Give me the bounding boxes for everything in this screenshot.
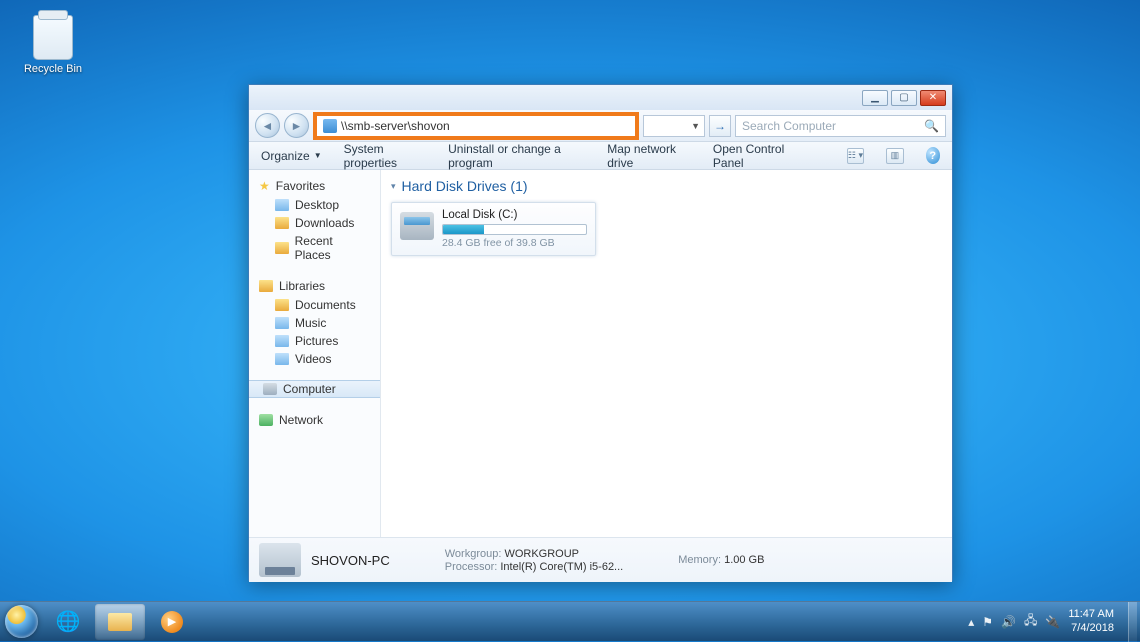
taskbar-ie[interactable]: 🌐: [43, 604, 93, 640]
organize-menu[interactable]: Organize ▼: [261, 149, 322, 163]
sidebar-item-music[interactable]: Music: [249, 314, 380, 332]
sidebar-item-computer[interactable]: Computer: [249, 380, 380, 398]
view-options-button[interactable]: ☷ ▾: [847, 148, 864, 164]
system-tray: ▴ ⚑ 🔊 🖧 🔌 11:47 AM 7/4/2018: [958, 602, 1140, 642]
libraries-icon: [259, 280, 273, 292]
drive-name: Local Disk (C:): [442, 209, 587, 221]
navigation-pane: ★Favorites Desktop Downloads Recent Plac…: [249, 170, 381, 537]
recycle-bin[interactable]: Recycle Bin: [18, 15, 88, 75]
details-pane: SHOVON-PC Workgroup: WORKGROUP Processor…: [249, 537, 952, 582]
recycle-bin-label: Recycle Bin: [18, 63, 88, 75]
wmp-icon: ▶: [161, 611, 183, 633]
start-button[interactable]: [0, 602, 42, 642]
network-tray-icon[interactable]: 🖧: [1024, 611, 1037, 632]
drive-local-disk-c[interactable]: Local Disk (C:) 28.4 GB free of 39.8 GB: [391, 202, 596, 256]
folder-icon: [275, 299, 289, 311]
folder-icon: [275, 242, 289, 254]
help-button[interactable]: ?: [926, 147, 941, 164]
collapse-icon: ▾: [391, 181, 396, 192]
time-label: 11:47 AM: [1068, 608, 1114, 621]
windows-logo-icon: [5, 605, 38, 638]
sidebar-item-recent[interactable]: Recent Places: [249, 232, 380, 264]
desktop-icon: [275, 199, 289, 211]
maximize-button[interactable]: ▢: [891, 90, 917, 106]
taskbar-wmp[interactable]: ▶: [147, 604, 197, 640]
power-icon[interactable]: 🔌: [1045, 615, 1060, 629]
preview-pane-button[interactable]: ▥: [886, 148, 903, 164]
clock[interactable]: 11:47 AM 7/4/2018: [1068, 608, 1120, 634]
star-icon: ★: [259, 179, 270, 193]
forward-button[interactable]: ►: [284, 113, 309, 138]
uninstall-button[interactable]: Uninstall or change a program: [448, 142, 585, 170]
back-button[interactable]: ◄: [255, 113, 280, 138]
libraries-group[interactable]: Libraries: [249, 276, 380, 296]
address-input[interactable]: [341, 119, 631, 133]
drive-stats: 28.4 GB free of 39.8 GB: [442, 237, 587, 249]
system-properties-button[interactable]: System properties: [344, 142, 426, 170]
close-button[interactable]: ✕: [920, 90, 946, 106]
recycle-bin-icon: [33, 15, 73, 60]
drive-capacity-bar: [442, 224, 587, 235]
nav-bar: ◄ ► ▼ → Search Computer 🔍: [249, 110, 952, 142]
sidebar-item-downloads[interactable]: Downloads: [249, 214, 380, 232]
explorer-icon: [108, 613, 132, 631]
computer-large-icon: [259, 543, 301, 577]
sidebar-item-videos[interactable]: Videos: [249, 350, 380, 368]
network-icon: [259, 414, 273, 426]
computer-name: SHOVON-PC: [311, 553, 390, 568]
sidebar-item-network[interactable]: Network: [249, 410, 380, 430]
sidebar-item-documents[interactable]: Documents: [249, 296, 380, 314]
titlebar: ▁ ▢ ✕: [249, 85, 952, 110]
ie-icon: 🌐: [56, 609, 81, 634]
address-history-dropdown[interactable]: ▼: [643, 115, 705, 137]
pictures-icon: [275, 335, 289, 347]
folder-icon: [275, 217, 289, 229]
date-label: 7/4/2018: [1068, 622, 1114, 635]
go-button[interactable]: →: [709, 115, 731, 137]
command-bar: Organize ▼ System properties Uninstall o…: [249, 142, 952, 170]
taskbar-explorer[interactable]: [95, 604, 145, 640]
volume-icon[interactable]: 🔊: [1001, 615, 1016, 629]
map-drive-button[interactable]: Map network drive: [607, 142, 691, 170]
favorites-group[interactable]: ★Favorites: [249, 176, 380, 196]
show-desktop-button[interactable]: [1128, 602, 1137, 642]
videos-icon: [275, 353, 289, 365]
explorer-window: ▁ ▢ ✕ ◄ ► ▼ → Search Computer 🔍 Organize…: [248, 84, 953, 581]
search-placeholder: Search Computer: [742, 119, 836, 133]
tray-chevron-icon[interactable]: ▴: [968, 615, 974, 629]
taskbar: 🌐 ▶ ▴ ⚑ 🔊 🖧 🔌 11:47 AM 7/4/2018: [0, 601, 1140, 641]
content-pane: ▾ Hard Disk Drives (1) Local Disk (C:) 2…: [381, 170, 952, 537]
search-input[interactable]: Search Computer 🔍: [735, 115, 946, 137]
address-bar-highlight: [313, 112, 639, 140]
section-hard-drives[interactable]: ▾ Hard Disk Drives (1): [391, 178, 942, 194]
search-icon: 🔍: [924, 119, 939, 133]
action-center-icon[interactable]: ⚑: [982, 615, 993, 629]
drive-icon: [400, 212, 434, 240]
music-icon: [275, 317, 289, 329]
minimize-button[interactable]: ▁: [862, 90, 888, 106]
computer-icon: [323, 119, 337, 133]
control-panel-button[interactable]: Open Control Panel: [713, 142, 803, 170]
sidebar-item-desktop[interactable]: Desktop: [249, 196, 380, 214]
computer-icon: [263, 383, 277, 395]
sidebar-item-pictures[interactable]: Pictures: [249, 332, 380, 350]
